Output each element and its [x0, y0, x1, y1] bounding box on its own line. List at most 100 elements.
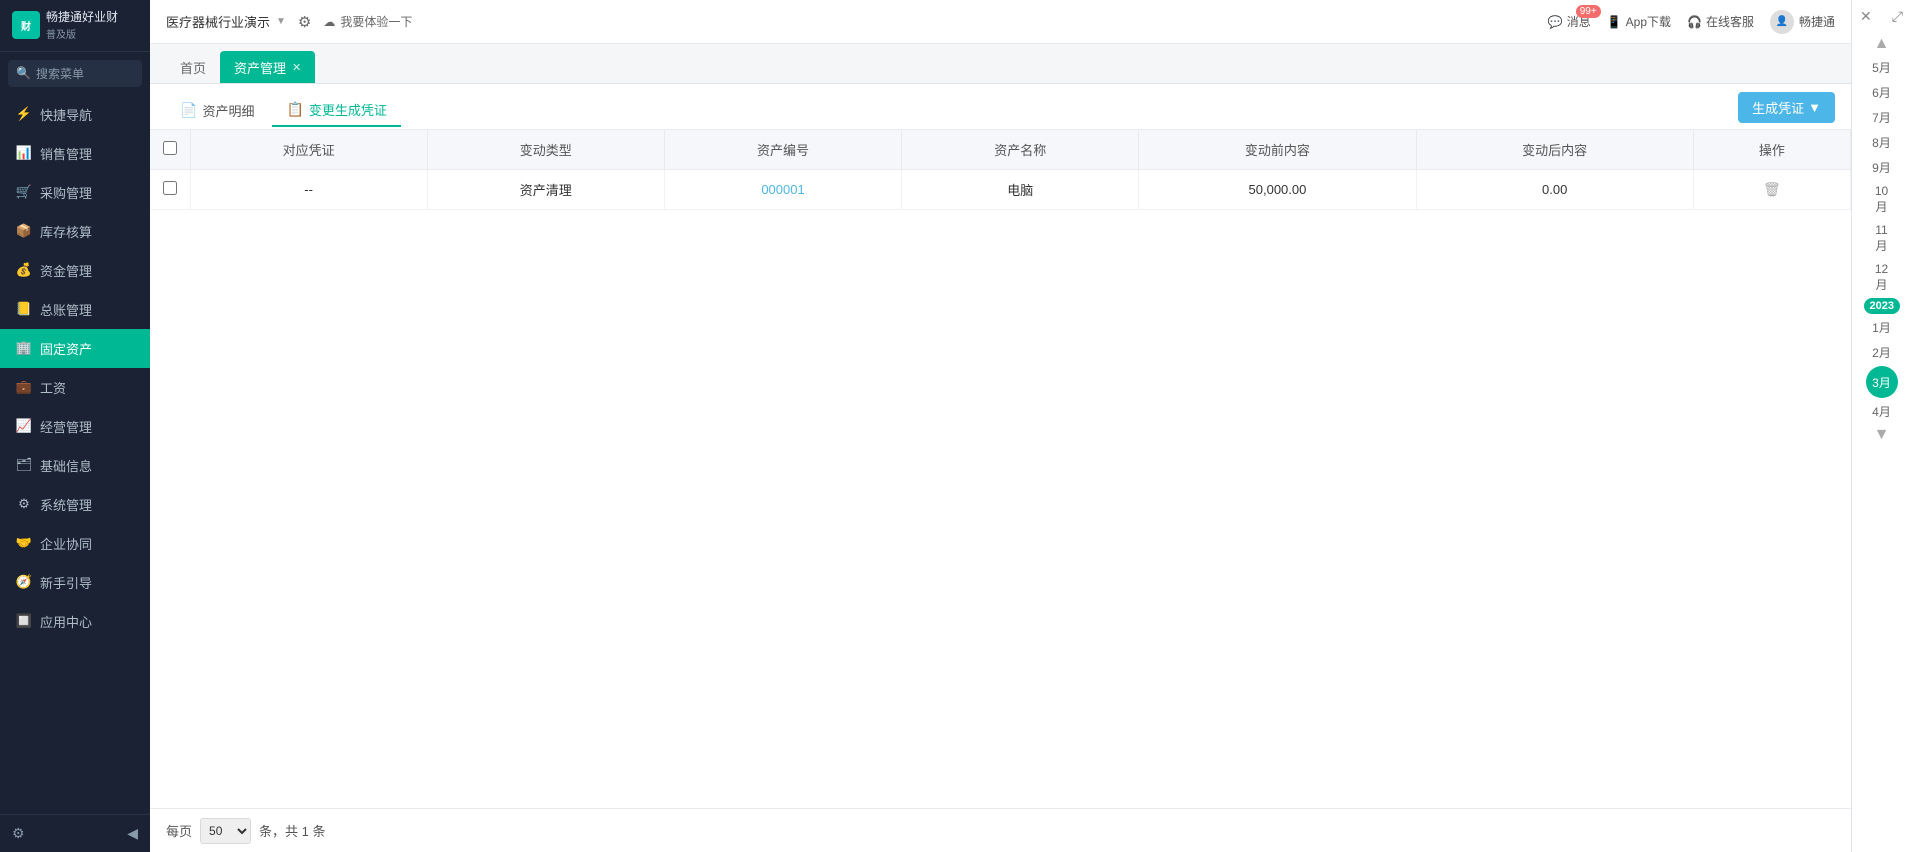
select-all-header[interactable]: [150, 130, 190, 170]
month-5[interactable]: 5月: [1864, 56, 1900, 79]
system-icon: ⚙: [16, 496, 32, 512]
sidebar-item-guide[interactable]: 🧭 新手引导: [0, 563, 150, 602]
row-voucher: --: [190, 170, 427, 210]
total-label: 条，共 1 条: [259, 821, 325, 840]
col-voucher: 对应凭证: [190, 130, 427, 170]
message-icon: 💬: [1548, 15, 1563, 29]
right-panel-header: ✕ ⤢: [1856, 8, 1907, 25]
content-area: 📄 资产明细 📋 变更生成凭证 生成凭证 ▼ 对应凭证: [150, 84, 1851, 852]
company-name: 医疗器械行业演示: [166, 12, 270, 31]
user-name: 畅捷通: [1799, 13, 1835, 30]
app-download-label: App下载: [1626, 13, 1671, 30]
company-selector[interactable]: 医疗器械行业演示 ▼: [166, 12, 286, 31]
tab-home[interactable]: 首页: [166, 51, 220, 83]
sub-tab-detail[interactable]: 📄 资产明细: [166, 95, 268, 126]
sidebar-item-quicknav[interactable]: ⚡ 快捷导航: [0, 95, 150, 134]
sidebar-item-label: 工资: [40, 378, 66, 397]
purchase-icon: 🛒: [16, 184, 32, 200]
sidebar-item-fixed[interactable]: 🏢 固定资产: [0, 329, 150, 368]
detail-tab-icon: 📄: [180, 102, 197, 119]
funds-icon: 💰: [16, 262, 32, 278]
sidebar-search[interactable]: 🔍 搜索菜单: [8, 60, 142, 87]
generate-label: 生成凭证: [1752, 98, 1804, 117]
col-after-value: 变动后内容: [1416, 130, 1693, 170]
pagination-bar: 每页 10 20 50 100 条，共 1 条: [150, 808, 1851, 852]
sidebar-item-basic[interactable]: 🗂 基础信息: [0, 446, 150, 485]
phone-icon: 📱: [1607, 15, 1622, 29]
user-info[interactable]: 👤 畅捷通: [1770, 10, 1835, 34]
month-8[interactable]: 8月: [1864, 131, 1900, 154]
per-page-label: 每页: [166, 821, 192, 840]
messages-badge: 99+: [1576, 5, 1601, 18]
timeline-nav-up[interactable]: ▲: [1874, 35, 1890, 53]
sidebar-item-apps[interactable]: 🔲 应用中心: [0, 602, 150, 641]
try-label: 我要体验一下: [340, 13, 412, 30]
month-2[interactable]: 2月: [1864, 341, 1900, 364]
sub-tab-voucher[interactable]: 📋 变更生成凭证: [272, 94, 400, 127]
avatar: 👤: [1770, 10, 1794, 34]
sidebar-item-purchase[interactable]: 🛒 采购管理: [0, 173, 150, 212]
app-logo-icon: 财: [12, 11, 40, 39]
search-icon: 🔍: [16, 66, 31, 80]
tab-active-label: 资产管理: [234, 58, 286, 77]
row-checkbox-cell[interactable]: [150, 170, 190, 210]
month-9[interactable]: 9月: [1864, 156, 1900, 179]
messages-button[interactable]: 💬 消息 99+: [1548, 13, 1591, 30]
month-4[interactable]: 4月: [1864, 400, 1900, 423]
header-settings-icon[interactable]: ⚙: [298, 13, 311, 31]
col-asset-name: 资产名称: [902, 130, 1139, 170]
delete-button[interactable]: 🗑: [1763, 181, 1781, 197]
sidebar-item-salary[interactable]: 💼 工资: [0, 368, 150, 407]
sidebar-item-label: 总账管理: [40, 300, 92, 319]
apps-icon: 🔲: [16, 613, 32, 629]
sidebar-item-label: 库存核算: [40, 222, 92, 241]
row-checkbox[interactable]: [163, 181, 177, 195]
sidebar-item-label: 资金管理: [40, 261, 92, 280]
month-10[interactable]: 10月: [1864, 181, 1900, 218]
headset-icon: 🎧: [1687, 15, 1702, 29]
sidebar-item-funds[interactable]: 💰 资金管理: [0, 251, 150, 290]
settings-icon[interactable]: ⚙: [12, 825, 25, 842]
ledger-icon: 📒: [16, 301, 32, 317]
generate-voucher-button[interactable]: 生成凭证 ▼: [1738, 92, 1835, 123]
sidebar-nav: ⚡ 快捷导航 📊 销售管理 🛒 采购管理 📦 库存核算 💰 资金管理 📒 总账管…: [0, 95, 150, 814]
timeline-container: ▲ 5月 6月 7月 8月 9月 10月 11月 12月 2023 1月 2月 …: [1856, 33, 1907, 844]
right-panel-expand-icon[interactable]: ⤢: [1892, 8, 1903, 25]
month-6[interactable]: 6月: [1864, 81, 1900, 104]
right-panel-close-icon[interactable]: ✕: [1860, 8, 1872, 25]
sidebar-item-label: 新手引导: [40, 573, 92, 592]
sidebar-item-inventory[interactable]: 📦 库存核算: [0, 212, 150, 251]
sales-icon: 📊: [16, 145, 32, 161]
try-button[interactable]: ☁ 我要体验一下: [323, 13, 412, 30]
month-11[interactable]: 11月: [1864, 220, 1900, 257]
row-after-value: 0.00: [1416, 170, 1693, 210]
sidebar-item-ops[interactable]: 📈 经营管理: [0, 407, 150, 446]
sidebar-item-system[interactable]: ⚙ 系统管理: [0, 485, 150, 524]
online-service-button[interactable]: 🎧 在线客服: [1687, 13, 1754, 30]
month-1[interactable]: 1月: [1864, 316, 1900, 339]
voucher-tab-label: 变更生成凭证: [309, 100, 387, 119]
month-3-active[interactable]: 3月: [1866, 366, 1898, 398]
row-asset-name: 电脑: [902, 170, 1139, 210]
tab-asset-management[interactable]: 资产管理 ✕: [220, 51, 315, 83]
sidebar-item-collab[interactable]: 🤝 企业协同: [0, 524, 150, 563]
sidebar-bottom: ⚙ ◀: [0, 814, 150, 852]
sidebar-item-sales[interactable]: 📊 销售管理: [0, 134, 150, 173]
detail-tab-label: 资产明细: [202, 101, 254, 120]
collapse-icon[interactable]: ◀: [127, 825, 138, 842]
guide-icon: 🧭: [16, 574, 32, 590]
app-download-button[interactable]: 📱 App下载: [1607, 13, 1671, 30]
row-action-cell: 🗑: [1693, 170, 1850, 210]
sidebar-item-label: 快捷导航: [40, 105, 92, 124]
page-size-select[interactable]: 10 20 50 100: [200, 818, 251, 844]
timeline-nav-down[interactable]: ▼: [1874, 426, 1890, 444]
month-12[interactable]: 12月: [1864, 259, 1900, 296]
sidebar: 财 畅捷通好业财 普及版 🔍 搜索菜单 ⚡ 快捷导航 📊 销售管理 🛒 采购管理…: [0, 0, 150, 852]
col-change-type: 变动类型: [427, 130, 664, 170]
select-all-checkbox[interactable]: [163, 141, 177, 155]
year-badge-2023[interactable]: 2023: [1864, 298, 1900, 314]
header-right: 💬 消息 99+ 📱 App下载 🎧 在线客服 👤 畅捷通: [1548, 10, 1835, 34]
month-7[interactable]: 7月: [1864, 106, 1900, 129]
tab-close-icon[interactable]: ✕: [292, 61, 301, 74]
sidebar-item-ledger[interactable]: 📒 总账管理: [0, 290, 150, 329]
